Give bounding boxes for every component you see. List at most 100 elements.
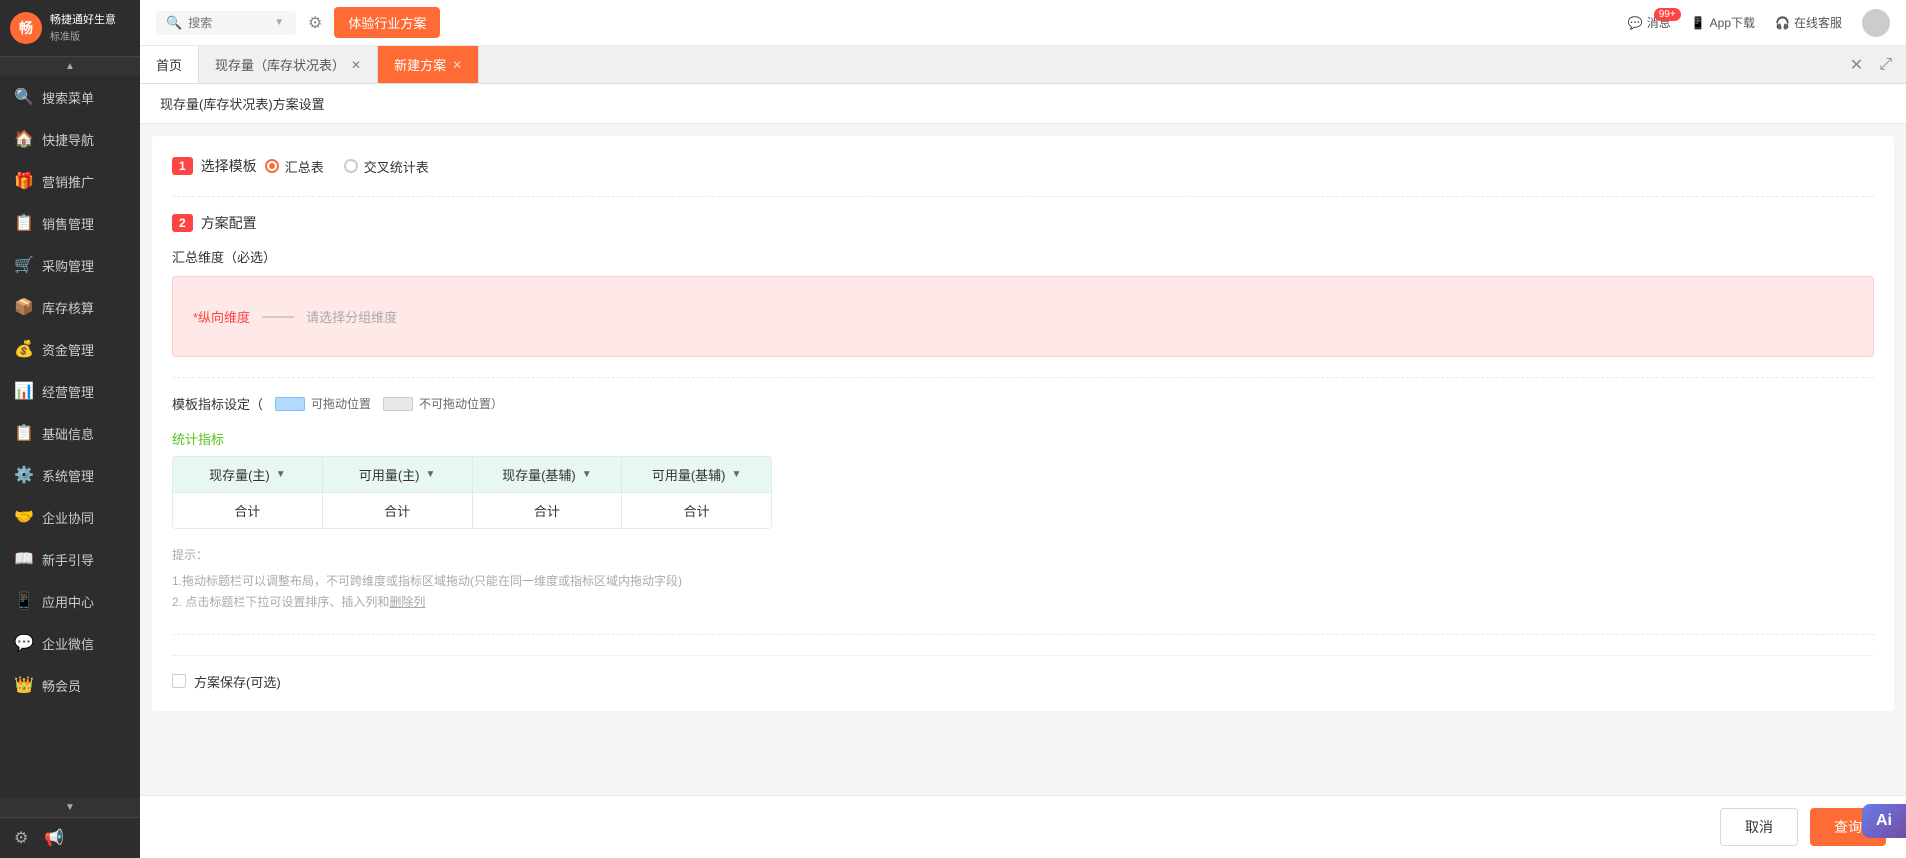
sidebar-icon-new_guide: 📖 (14, 549, 34, 569)
tip-2: 2. 点击标题栏下拉可设置排序、插入列和删除列 (172, 592, 1874, 614)
content-area: 现存量(库存状况表)方案设置 1 选择模板 汇总表 交叉统计表 (140, 84, 1906, 795)
sidebar-icon-inventory: 📦 (14, 297, 34, 317)
sidebar-item-weixin[interactable]: 💬 企业微信 (0, 622, 140, 664)
online-service-button[interactable]: 🎧 在线客服 (1775, 14, 1842, 31)
app-logo: 畅 畅捷通好生意 标准版 (0, 0, 140, 57)
draggable-legend-label: 可拖动位置 (311, 395, 371, 412)
ai-badge[interactable]: Ai (1862, 804, 1906, 838)
tip-1: 1.拖动标题栏可以调整布局，不可跨维度或指标区域拖动(只能在同一维度或指标区域内… (172, 571, 1874, 593)
col2-dropdown-icon[interactable]: ▼ (426, 469, 436, 480)
sidebar-item-quick_nav[interactable]: 🏠 快捷导航 (0, 118, 140, 160)
sidebar-item-operations[interactable]: 📊 经营管理 (0, 370, 140, 412)
sidebar-scroll-down[interactable]: ▼ (0, 798, 140, 817)
search-input[interactable] (188, 16, 268, 30)
stats-cell-1-3: 合计 (473, 493, 623, 528)
save-checkbox[interactable] (172, 674, 186, 688)
sidebar-item-finance[interactable]: 💰 资金管理 (0, 328, 140, 370)
main-area: 🔍 ▼ ⚙ 体验行业方案 💬 消息 99+ 📱 App下载 🎧 在线客服 (140, 0, 1906, 858)
cancel-button[interactable]: 取消 (1720, 808, 1798, 846)
sidebar-label-app_center: 应用中心 (42, 592, 94, 611)
settings-gear-icon[interactable]: ⚙ (308, 13, 322, 33)
radio-summary[interactable]: 汇总表 (265, 157, 324, 176)
stats-col-4[interactable]: 可用量(基辅) ▼ (622, 457, 771, 492)
stats-col-2[interactable]: 可用量(主) ▼ (323, 457, 473, 492)
sidebar-item-search[interactable]: 🔍 搜索菜单 (0, 76, 140, 118)
dimension-box[interactable]: *纵向维度 —— 请选择分组维度 (172, 276, 1874, 357)
app-download-button[interactable]: 📱 App下载 (1691, 14, 1755, 31)
message-icon: 💬 (1628, 16, 1643, 30)
inventory-status-tab-label: 现存量（库存状况表） (215, 55, 345, 74)
notifications-button[interactable]: 💬 消息 99+ (1628, 14, 1671, 31)
sidebar-item-purchase[interactable]: 🛒 采购管理 (0, 244, 140, 286)
sidebar-label-member: 畅会员 (42, 676, 81, 695)
tab-close-all-icon[interactable]: ✕ (1846, 53, 1867, 77)
sidebar-item-system[interactable]: ⚙️ 系统管理 (0, 454, 140, 496)
sidebar-label-inventory: 库存核算 (42, 298, 94, 317)
tips-title: 提示： (172, 545, 1874, 567)
col1-dropdown-icon[interactable]: ▼ (276, 469, 286, 480)
sidebar-item-member[interactable]: 👑 畅会员 (0, 664, 140, 706)
app-edition: 标准版 (50, 28, 116, 43)
tab-new-plan[interactable]: 新建方案 ✕ (378, 46, 479, 83)
stats-data-row: 合计 合计 合计 合计 (173, 492, 771, 528)
page-header: 现存量(库存状况表)方案设置 (140, 84, 1906, 124)
logo-icon: 畅 (10, 12, 42, 44)
non-draggable-legend-box (383, 397, 413, 411)
sidebar-item-sales[interactable]: 📋 销售管理 (0, 202, 140, 244)
sidebar-icon-search: 🔍 (14, 87, 34, 107)
sidebar-item-inventory[interactable]: 📦 库存核算 (0, 286, 140, 328)
new-plan-tab-label: 新建方案 (394, 55, 446, 74)
stats-title: 统计指标 (172, 429, 1874, 448)
sidebar-icon-finance: 💰 (14, 339, 34, 359)
search-icon: 🔍 (166, 15, 182, 31)
trial-button[interactable]: 体验行业方案 (334, 7, 440, 38)
indicator-settings: 模板指标设定（ 可拖动位置 不可拖动位置） (172, 394, 1874, 413)
app-name: 畅捷通好生意 (50, 13, 116, 28)
notification-badge: 99+ (1654, 8, 1681, 21)
stats-cell-1-2: 合计 (323, 493, 473, 528)
tab-controls: ✕ ⤢ (1846, 53, 1906, 77)
sidebar-item-cooperation[interactable]: 🤝 企业协同 (0, 496, 140, 538)
topbar-search-box[interactable]: 🔍 ▼ (156, 11, 296, 35)
page-title: 现存量(库存状况表)方案设置 (160, 97, 325, 112)
topbar-right: 💬 消息 99+ 📱 App下载 🎧 在线客服 (1628, 9, 1890, 37)
sidebar-scroll-up[interactable]: ▲ (0, 57, 140, 76)
tab-home[interactable]: 首页 (140, 46, 199, 83)
sidebar-label-quick_nav: 快捷导航 (42, 130, 94, 149)
step1-header: 1 选择模板 汇总表 交叉统计表 (172, 156, 1874, 176)
col4-dropdown-icon[interactable]: ▼ (732, 469, 742, 480)
mobile-icon: 📱 (1691, 16, 1706, 30)
stats-col-3[interactable]: 现存量(基辅) ▼ (473, 457, 623, 492)
dimension-section: 汇总维度（必选） *纵向维度 —— 请选择分组维度 (172, 247, 1874, 357)
new-plan-tab-close[interactable]: ✕ (452, 58, 462, 72)
sidebar-item-new_guide[interactable]: 📖 新手引导 (0, 538, 140, 580)
step2-section: 2 方案配置 汇总维度（必选） *纵向维度 —— 请选择分组维度 (172, 213, 1874, 614)
sidebar-icon-purchase: 🛒 (14, 255, 34, 275)
col3-dropdown-icon[interactable]: ▼ (582, 469, 592, 480)
indicator-label: 模板指标设定（ 可拖动位置 不可拖动位置） (172, 394, 1874, 413)
speaker-icon[interactable]: 📢 (44, 828, 64, 848)
sidebar-label-new_guide: 新手引导 (42, 550, 94, 569)
radio-summary-label: 汇总表 (285, 157, 324, 176)
radio-cross[interactable]: 交叉统计表 (344, 157, 429, 176)
stats-cell-1-4: 合计 (622, 493, 771, 528)
stats-table: 现存量(主) ▼ 可用量(主) ▼ 现存量(基辅) ▼ (172, 456, 772, 529)
user-avatar[interactable] (1862, 9, 1890, 37)
sidebar-item-app_center[interactable]: 📱 应用中心 (0, 580, 140, 622)
step1-section: 1 选择模板 汇总表 交叉统计表 (172, 156, 1874, 176)
stats-cell-1-1: 合计 (173, 493, 323, 528)
sidebar-nav: 🔍 搜索菜单 🏠 快捷导航 🎁 营销推广 📋 销售管理 🛒 采购管理 📦 库存核… (0, 76, 140, 798)
stats-col-1[interactable]: 现存量(主) ▼ (173, 457, 323, 492)
dimension-arrow: —— (262, 308, 294, 326)
topbar: 🔍 ▼ ⚙ 体验行业方案 💬 消息 99+ 📱 App下载 🎧 在线客服 (140, 0, 1906, 46)
sidebar-label-weixin: 企业微信 (42, 634, 94, 653)
tab-expand-icon[interactable]: ⤢ (1875, 54, 1896, 76)
search-dropdown-icon[interactable]: ▼ (274, 17, 284, 28)
sidebar-label-sales: 销售管理 (42, 214, 94, 233)
settings-icon[interactable]: ⚙ (14, 828, 28, 848)
inventory-status-tab-close[interactable]: ✕ (351, 58, 361, 72)
tab-inventory-status[interactable]: 现存量（库存状况表） ✕ (199, 46, 378, 83)
sidebar-item-marketing[interactable]: 🎁 营销推广 (0, 160, 140, 202)
form-panel: 1 选择模板 汇总表 交叉统计表 (152, 136, 1894, 711)
sidebar-item-basic_info[interactable]: 📋 基础信息 (0, 412, 140, 454)
